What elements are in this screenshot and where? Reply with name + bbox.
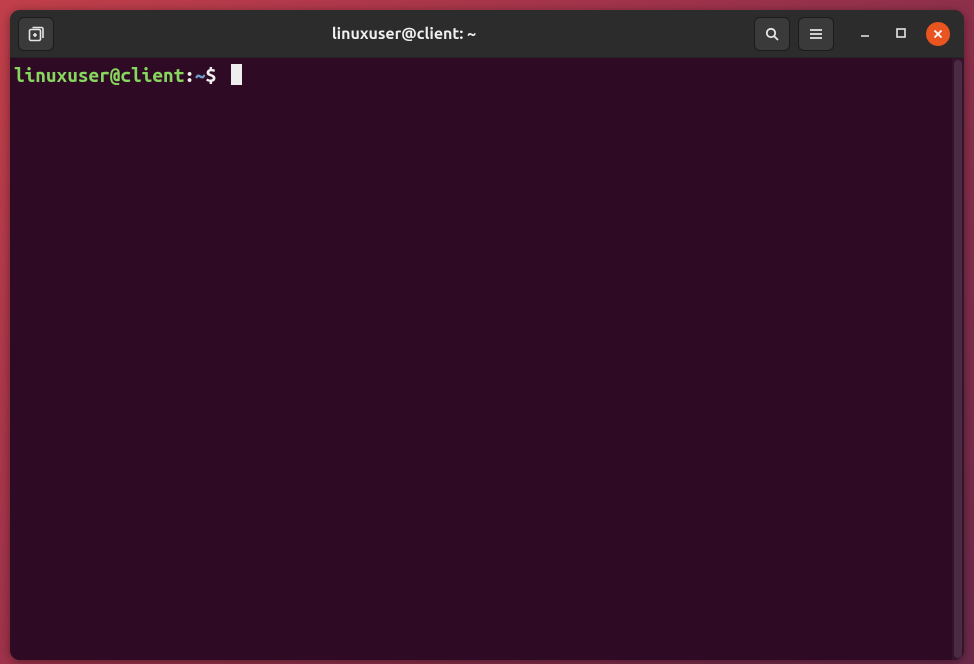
close-button[interactable]: [926, 22, 950, 46]
search-button[interactable]: [754, 17, 790, 51]
prompt-user-host: linuxuser@client: [14, 64, 184, 86]
scrollbar[interactable]: [952, 58, 964, 660]
search-icon: [764, 26, 780, 42]
maximize-button[interactable]: [890, 23, 912, 45]
text-cursor: [231, 64, 242, 85]
window-title: linuxuser@client: ~: [60, 25, 748, 43]
prompt-path: ~: [195, 64, 206, 86]
new-tab-button[interactable]: [18, 17, 54, 51]
terminal-window: linuxuser@client: ~: [10, 10, 964, 660]
titlebar: linuxuser@client: ~: [10, 10, 964, 58]
scrollbar-thumb[interactable]: [954, 60, 962, 658]
prompt-end: $: [206, 64, 217, 86]
hamburger-icon: [808, 26, 824, 42]
maximize-icon: [895, 25, 907, 43]
minimize-icon: [859, 25, 871, 43]
window-controls: [850, 22, 956, 46]
close-icon: [933, 25, 943, 43]
titlebar-right-group: [754, 17, 834, 51]
minimize-button[interactable]: [854, 23, 876, 45]
menu-button[interactable]: [798, 17, 834, 51]
new-tab-icon: [27, 25, 45, 43]
terminal-content[interactable]: linuxuser@client:~$: [10, 58, 952, 660]
terminal-area: linuxuser@client:~$: [10, 58, 964, 660]
prompt-separator: :: [184, 64, 195, 86]
